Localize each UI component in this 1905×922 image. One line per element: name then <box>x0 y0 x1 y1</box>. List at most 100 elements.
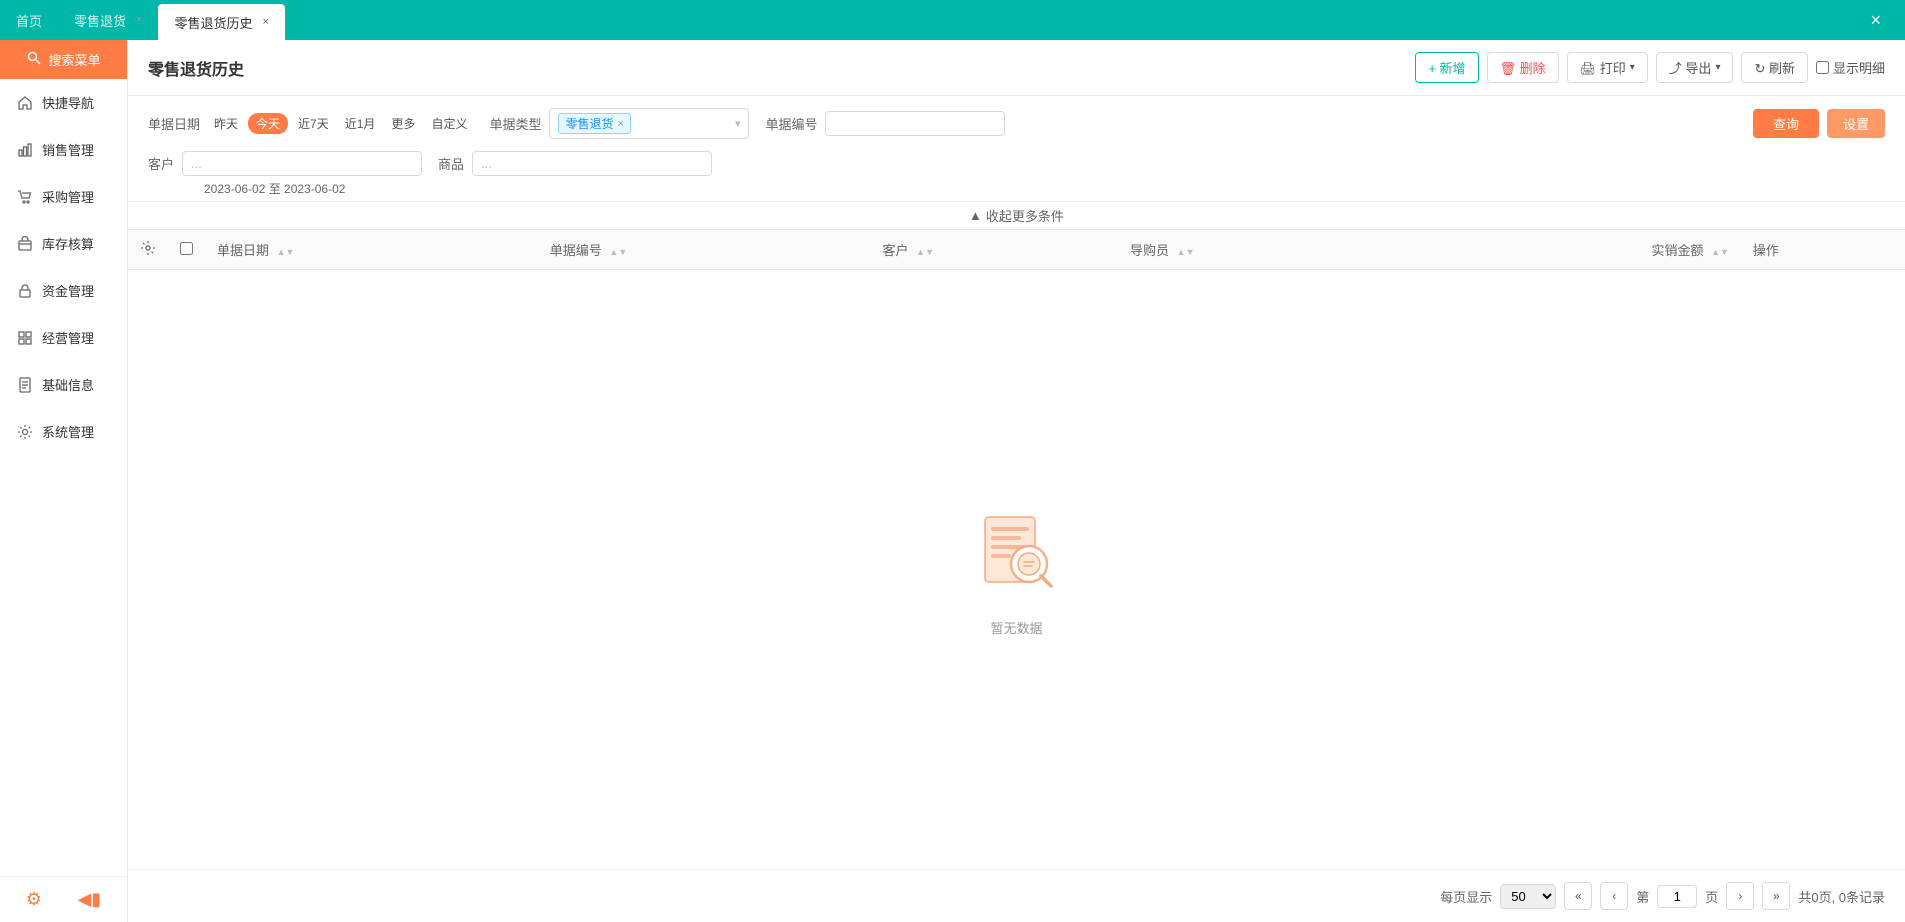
voucher-no-label: 单据编号 <box>765 114 817 133</box>
sidebar-search[interactable]: 搜索菜单 <box>0 40 127 79</box>
audio-button[interactable]: ◀▮ <box>77 889 101 910</box>
cart-icon <box>16 188 34 206</box>
col-amount: 实销金额 ▲▼ <box>1408 230 1741 270</box>
sort-icon[interactable]: ▲▼ <box>609 247 627 257</box>
content-area: 零售退货历史 + 新增 🗑 删除 🖨 打印 ▾ ⤴ 导出 ▾ ↻ 刷新 显示明细… <box>128 40 1905 922</box>
top-bar: 首页 零售退货 × 零售退货历史 × × <box>0 0 1905 40</box>
date-filter-buttons: 昨天 今天 近7天 近1月 更多 自定义 <box>208 113 473 134</box>
page-input[interactable] <box>1657 885 1697 908</box>
sidebar-item-purchase[interactable]: 采购管理 <box>0 173 127 220</box>
voucher-type-tag-close[interactable]: × <box>617 118 623 130</box>
date-btn-custom[interactable]: 自定义 <box>425 113 473 134</box>
sidebar-item-inventory[interactable]: 库存核算 <box>0 220 127 267</box>
per-page-select[interactable]: 50 20 100 <box>1500 884 1556 909</box>
sort-icon[interactable]: ▲▼ <box>1711 247 1729 257</box>
table-checkbox-col[interactable] <box>168 230 205 270</box>
export-button[interactable]: ⤴ 导出 ▾ <box>1656 52 1734 83</box>
empty-state: 暂无数据 <box>128 270 1905 869</box>
page-label: 第 <box>1636 887 1649 906</box>
date-btn-1month[interactable]: 近1月 <box>339 113 382 134</box>
lock-icon <box>16 282 34 300</box>
sidebar-item-label: 快捷导航 <box>42 93 94 112</box>
tab-home-label: 首页 <box>16 11 42 30</box>
voucher-type-select[interactable]: 零售退货 × ▾ <box>549 108 749 139</box>
show-detail-checkbox-label[interactable]: 显示明细 <box>1816 58 1885 77</box>
tab-retail-return-history-label: 零售退货历史 <box>174 13 252 32</box>
tab-retail-return-history-close[interactable]: × <box>262 16 268 28</box>
sidebar: 搜索菜单 快捷导航 销售管理 采购管理 库存核算 <box>0 40 128 922</box>
refresh-button[interactable]: ↻ 刷新 <box>1741 52 1808 83</box>
date-btn-more[interactable]: 更多 <box>385 113 421 134</box>
settings-filter-button[interactable]: 设置 <box>1827 109 1885 138</box>
tab-retail-return-history[interactable]: 零售退货历史 × <box>158 4 284 40</box>
empty-illustration <box>967 502 1067 602</box>
sidebar-item-finance[interactable]: 资金管理 <box>0 267 127 314</box>
empty-text: 暂无数据 <box>990 618 1042 637</box>
window-close-button[interactable]: × <box>1862 6 1889 35</box>
per-page-label: 每页显示 <box>1440 887 1492 906</box>
delete-button[interactable]: 🗑 删除 <box>1487 52 1559 83</box>
doc-icon <box>16 376 34 394</box>
query-button[interactable]: 查询 <box>1753 109 1819 138</box>
gear-icon <box>16 423 34 441</box>
select-all-checkbox[interactable] <box>180 242 193 255</box>
tab-retail-return-close[interactable]: × <box>136 14 142 26</box>
table-settings-col[interactable] <box>128 230 168 270</box>
sidebar-item-system[interactable]: 系统管理 <box>0 408 127 455</box>
header-actions: + 新增 🗑 删除 🖨 打印 ▾ ⤴ 导出 ▾ ↻ 刷新 显示明细 <box>1415 52 1885 83</box>
filter-voucher-no: 单据编号 <box>765 111 1005 136</box>
filter-area: 单据日期 昨天 今天 近7天 近1月 更多 自定义 单据类型 <box>128 96 1905 230</box>
voucher-type-label: 单据类型 <box>489 114 541 133</box>
next-page-button[interactable]: › <box>1726 882 1754 910</box>
tab-retail-return-label: 零售退货 <box>74 11 126 30</box>
col-voucher-no: 单据编号 ▲▼ <box>538 230 871 270</box>
prev-page-button[interactable]: ‹ <box>1600 882 1628 910</box>
col-action: 操作 <box>1741 230 1905 270</box>
goods-label: 商品 <box>438 154 464 173</box>
first-page-button[interactable]: « <box>1564 882 1592 910</box>
date-btn-yesterday[interactable]: 昨天 <box>208 113 244 134</box>
date-label: 单据日期 <box>148 114 200 133</box>
sort-icon[interactable]: ▲▼ <box>1177 247 1195 257</box>
sidebar-item-label: 经营管理 <box>42 328 94 347</box>
goods-select[interactable]: ... <box>472 151 712 176</box>
tab-retail-return[interactable]: 零售退货 × <box>58 0 158 40</box>
show-detail-label: 显示明细 <box>1833 58 1885 77</box>
sidebar-item-base-info[interactable]: 基础信息 <box>0 361 127 408</box>
date-btn-7days[interactable]: 近7天 <box>292 113 335 134</box>
sidebar-item-quick-nav[interactable]: 快捷导航 <box>0 79 127 126</box>
sidebar-item-operations[interactable]: 经营管理 <box>0 314 127 361</box>
filter-date: 单据日期 昨天 今天 近7天 近1月 更多 自定义 <box>148 113 473 134</box>
top-bar-right: × <box>1862 6 1905 35</box>
tab-list: 首页 零售退货 × 零售退货历史 × <box>0 0 1862 40</box>
col-date: 单据日期 ▲▼ <box>205 230 538 270</box>
date-btn-today[interactable]: 今天 <box>248 113 288 134</box>
sort-icon[interactable]: ▲▼ <box>277 247 295 257</box>
add-button[interactable]: + 新增 <box>1415 52 1478 83</box>
customer-label: 客户 <box>148 154 174 173</box>
chart-icon <box>16 141 34 159</box>
sidebar-item-label: 基础信息 <box>42 375 94 394</box>
table-settings-icon <box>140 240 156 256</box>
total-info: 共0页, 0条记录 <box>1798 887 1885 906</box>
data-table: 单据日期 ▲▼ 单据编号 ▲▼ 客户 ▲▼ <box>128 230 1905 270</box>
voucher-type-dropdown-icon: ▾ <box>735 117 741 130</box>
last-page-button[interactable]: » <box>1762 882 1790 910</box>
voucher-no-input[interactable] <box>825 111 1005 136</box>
home-icon <box>16 94 34 112</box>
settings-button[interactable]: ⚙ <box>26 889 42 910</box>
sort-icon[interactable]: ▲▼ <box>916 247 934 257</box>
sidebar-item-sales[interactable]: 销售管理 <box>0 126 127 173</box>
search-icon <box>26 50 42 69</box>
collapse-filter-button[interactable]: ▲ 收起更多条件 <box>128 201 1905 229</box>
grid-icon <box>16 329 34 347</box>
customer-select[interactable]: ... <box>182 151 422 176</box>
sidebar-item-label: 销售管理 <box>42 140 94 159</box>
page-unit: 页 <box>1705 887 1718 906</box>
col-customer: 客户 ▲▼ <box>871 230 1119 270</box>
print-button[interactable]: 🖨 打印 ▾ <box>1567 52 1648 83</box>
sidebar-item-label: 资金管理 <box>42 281 94 300</box>
show-detail-checkbox[interactable] <box>1816 61 1829 74</box>
pagination: 每页显示 50 20 100 « ‹ 第 页 › » 共0页, 0条记录 <box>128 869 1905 922</box>
tab-home[interactable]: 首页 <box>0 0 58 40</box>
